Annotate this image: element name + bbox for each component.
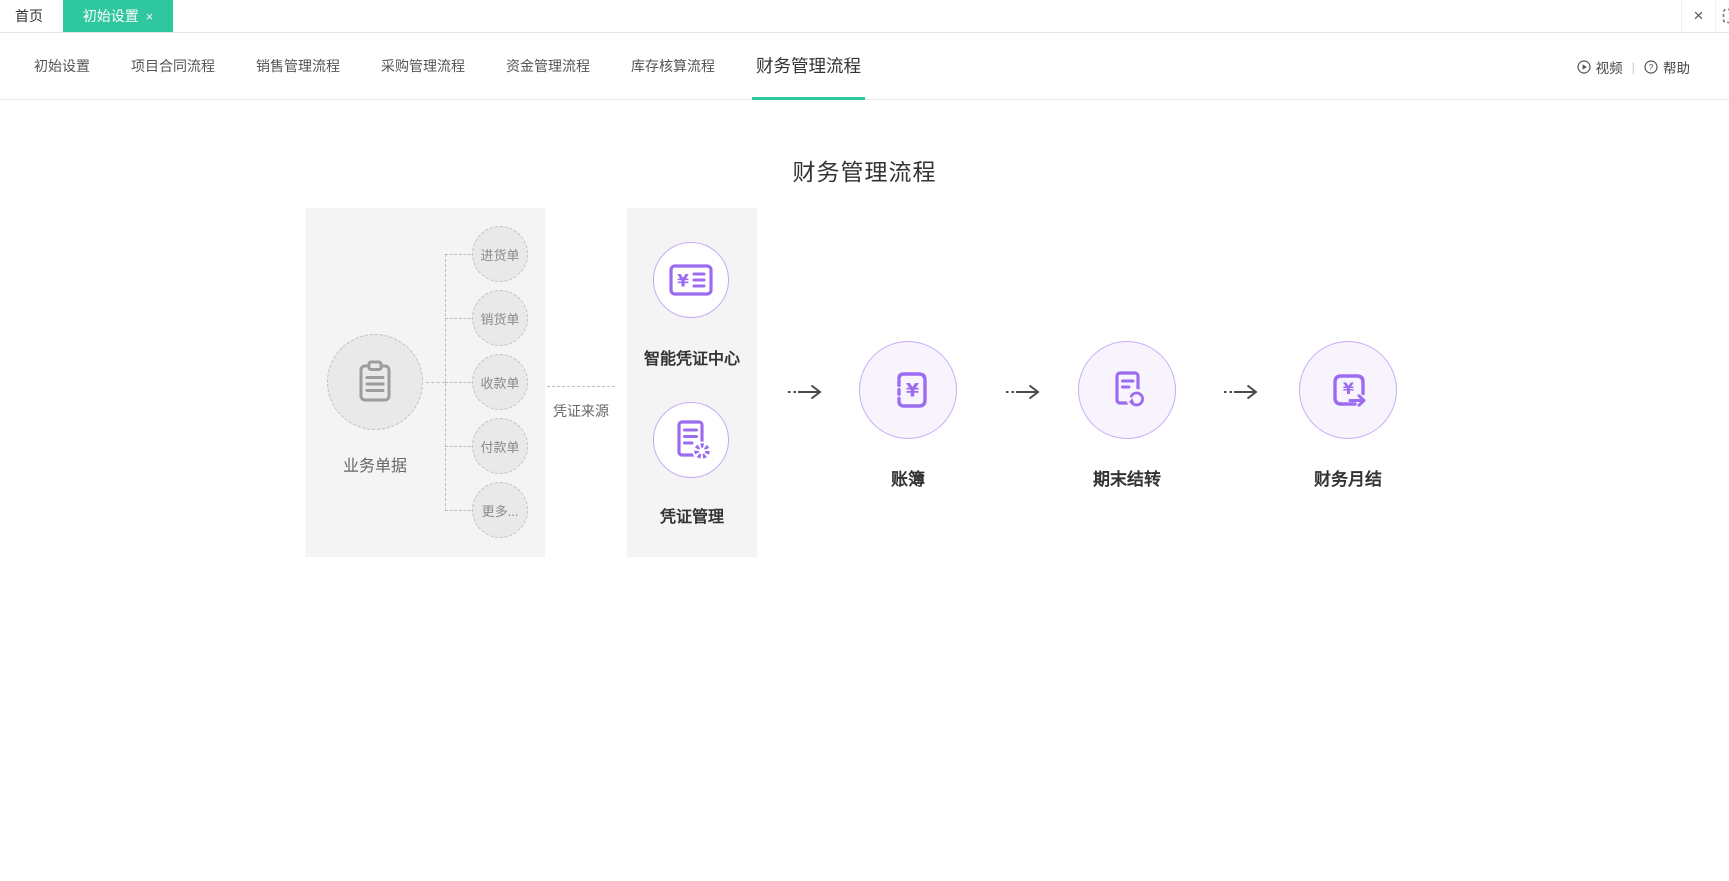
smart-voucher-node: ¥ xyxy=(653,242,729,318)
tab-finance-flow[interactable]: 财务管理流程 xyxy=(752,34,865,100)
tab-project-contract-flow[interactable]: 项目合同流程 xyxy=(127,34,219,100)
connector-line xyxy=(445,254,471,255)
ledger-label: 账簿 xyxy=(891,470,925,489)
ledger-icon: ¥ xyxy=(897,372,927,408)
tab-funds-flow[interactable]: 资金管理流程 xyxy=(502,34,594,100)
window-close-button[interactable]: × xyxy=(1681,0,1716,32)
month-close-node: ¥ xyxy=(1299,341,1397,439)
month-close-icon: ¥ xyxy=(1333,374,1366,407)
play-circle-icon xyxy=(1577,60,1591,74)
flow-arrow xyxy=(1222,383,1260,401)
connector-line xyxy=(445,318,471,319)
tab-sales-flow[interactable]: 销售管理流程 xyxy=(252,34,344,100)
active-document-tab[interactable]: 初始设置 × xyxy=(63,0,173,32)
connector-line xyxy=(445,446,471,447)
svg-text:¥: ¥ xyxy=(906,380,919,402)
voucher-manage-icon xyxy=(677,420,712,461)
page-title: 财务管理流程 xyxy=(792,159,937,185)
smart-voucher-label: 智能凭证中心 xyxy=(643,351,740,368)
window-tab-bar: 首页 初始设置 × × xyxy=(0,0,1729,33)
document-tab-label: 初始设置 xyxy=(82,8,139,24)
process-tab-bar: 初始设置 项目合同流程 销售管理流程 采购管理流程 资金管理流程 库存核算流程 … xyxy=(0,34,1729,100)
clipped-corner-icon xyxy=(1722,8,1729,24)
svg-text:?: ? xyxy=(1649,62,1654,72)
carryover-icon xyxy=(1115,371,1147,409)
ledger-node: ¥ xyxy=(859,341,957,439)
voucher-manage-node xyxy=(653,402,729,478)
video-link[interactable]: 视频 xyxy=(1577,57,1623,77)
tab-initial-setup[interactable]: 初始设置 xyxy=(30,34,94,100)
flow-arrow xyxy=(786,383,824,401)
node-sales-order: 销货单 xyxy=(472,290,528,346)
connector-line xyxy=(426,382,445,383)
connector-line xyxy=(445,382,471,383)
carryover-node xyxy=(1078,341,1176,439)
node-receipt-order: 收款单 xyxy=(472,354,528,410)
video-link-label: 视频 xyxy=(1595,61,1623,76)
app-window: { "window_bar": { "home_tab": "首页", "doc… xyxy=(0,0,1729,881)
home-tab[interactable]: 首页 xyxy=(0,0,58,32)
month-close-label: 财务月结 xyxy=(1314,470,1382,489)
question-circle-icon: ? xyxy=(1644,60,1658,74)
node-more: 更多... xyxy=(472,482,528,538)
voucher-manage-label: 凭证管理 xyxy=(659,509,724,526)
divider: | xyxy=(1631,59,1635,75)
voucher-source-line xyxy=(547,386,615,387)
node-purchase-order: 进货单 xyxy=(472,226,528,282)
svg-text:¥: ¥ xyxy=(1343,379,1354,398)
close-icon: × xyxy=(1693,6,1704,25)
business-documents-node xyxy=(327,334,423,430)
voucher-source-label: 凭证来源 xyxy=(553,403,609,419)
clipboard-icon xyxy=(359,360,391,402)
flow-arrow xyxy=(1004,383,1042,401)
tab-inventory-flow[interactable]: 库存核算流程 xyxy=(627,34,719,100)
process-tabs: 初始设置 项目合同流程 销售管理流程 采购管理流程 资金管理流程 库存核算流程 … xyxy=(30,34,865,100)
smart-voucher-icon: ¥ xyxy=(669,264,713,296)
carryover-label: 期末结转 xyxy=(1093,470,1161,489)
node-payment-order: 付款单 xyxy=(472,418,528,474)
tab-close-icon[interactable]: × xyxy=(146,10,154,23)
tab-purchase-flow[interactable]: 采购管理流程 xyxy=(377,34,469,100)
help-link[interactable]: ? 帮助 xyxy=(1644,57,1690,77)
svg-text:¥: ¥ xyxy=(677,272,689,292)
connector-line xyxy=(445,510,471,511)
help-link-label: 帮助 xyxy=(1663,61,1690,76)
business-documents-label: 业务单据 xyxy=(342,458,407,475)
nav-help-area: 视频 | ? 帮助 xyxy=(1577,34,1690,100)
home-tab-label: 首页 xyxy=(15,8,43,24)
